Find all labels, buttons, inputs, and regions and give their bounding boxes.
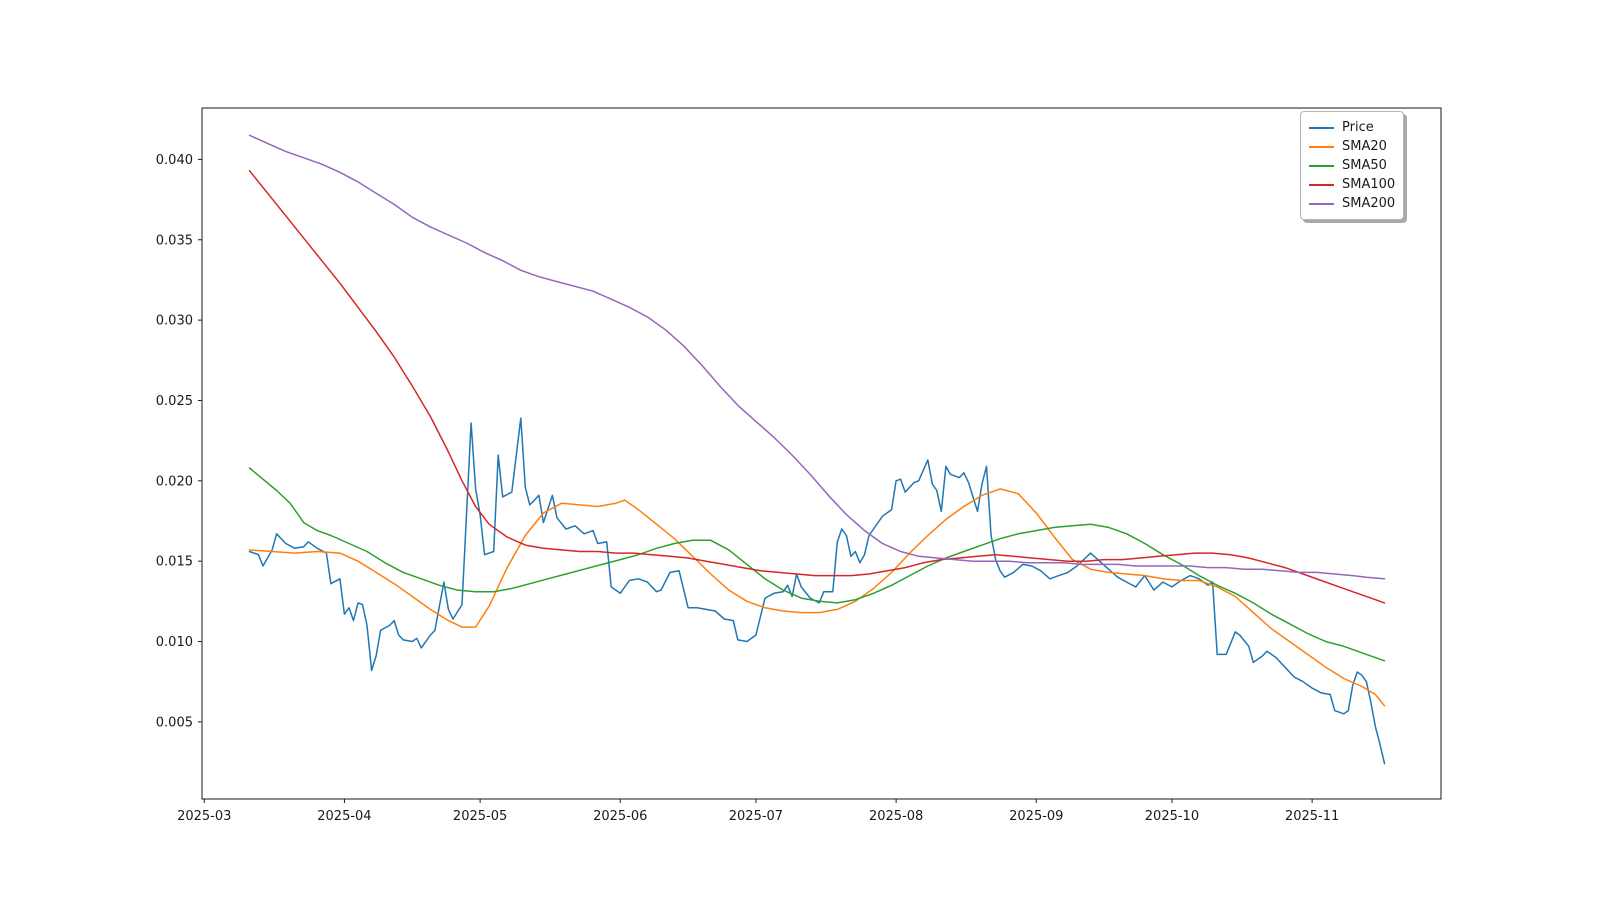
y-tick-label: 0.040: [156, 153, 193, 168]
legend-label: SMA200: [1342, 196, 1396, 211]
legend-line-swatch-price-icon: [1309, 126, 1334, 129]
legend-label: Price: [1342, 120, 1374, 135]
y-tick-label: 0.015: [156, 555, 193, 570]
y-tick-label: 0.010: [156, 635, 193, 650]
y-tick-label: 0.025: [156, 394, 193, 409]
y-tick-label: 0.035: [156, 233, 193, 248]
legend-box: Price SMA20 SMA50 SMA100 SMA200: [1300, 111, 1404, 220]
x-tick-label: 2025-11: [1285, 809, 1339, 824]
x-tick-label: 2025-10: [1145, 809, 1199, 824]
legend-label: SMA50: [1342, 158, 1387, 173]
legend-label: SMA100: [1342, 177, 1396, 192]
legend-line-swatch-sma200-icon: [1309, 202, 1334, 205]
x-tick-label: 2025-05: [453, 809, 507, 824]
x-tick-label: 2025-03: [177, 809, 231, 824]
legend-entry-sma200: SMA200: [1309, 194, 1395, 213]
legend-line-swatch-sma20-icon: [1309, 145, 1334, 148]
x-tick-label: 2025-06: [593, 809, 647, 824]
series-line-sma50: [248, 467, 1386, 662]
x-tick-label: 2025-07: [729, 809, 783, 824]
legend-entry-sma20: SMA20: [1309, 137, 1395, 156]
legend-line-swatch-sma100-icon: [1309, 183, 1334, 186]
y-tick-label: 0.030: [156, 314, 193, 329]
plot-frame: [201, 107, 1442, 800]
legend-line-swatch-sma50-icon: [1309, 164, 1334, 167]
series-line-price: [248, 417, 1386, 765]
legend-entry-price: Price: [1309, 118, 1395, 137]
y-tick-label: 0.005: [156, 715, 193, 730]
legend-label: SMA20: [1342, 139, 1387, 154]
series-line-sma200: [248, 134, 1386, 580]
x-tick-label: 2025-08: [869, 809, 923, 824]
series-line-sma100: [248, 169, 1386, 604]
x-tick-label: 2025-04: [317, 809, 371, 824]
x-tick-label: 2025-09: [1009, 809, 1063, 824]
y-tick-label: 0.020: [156, 474, 193, 489]
legend-entry-sma50: SMA50: [1309, 156, 1395, 175]
legend-entry-sma100: SMA100: [1309, 175, 1395, 194]
figure-canvas: 2025-03 2025-04 2025-05 2025-06 2025-07 2025-…: [0, 0, 1600, 900]
